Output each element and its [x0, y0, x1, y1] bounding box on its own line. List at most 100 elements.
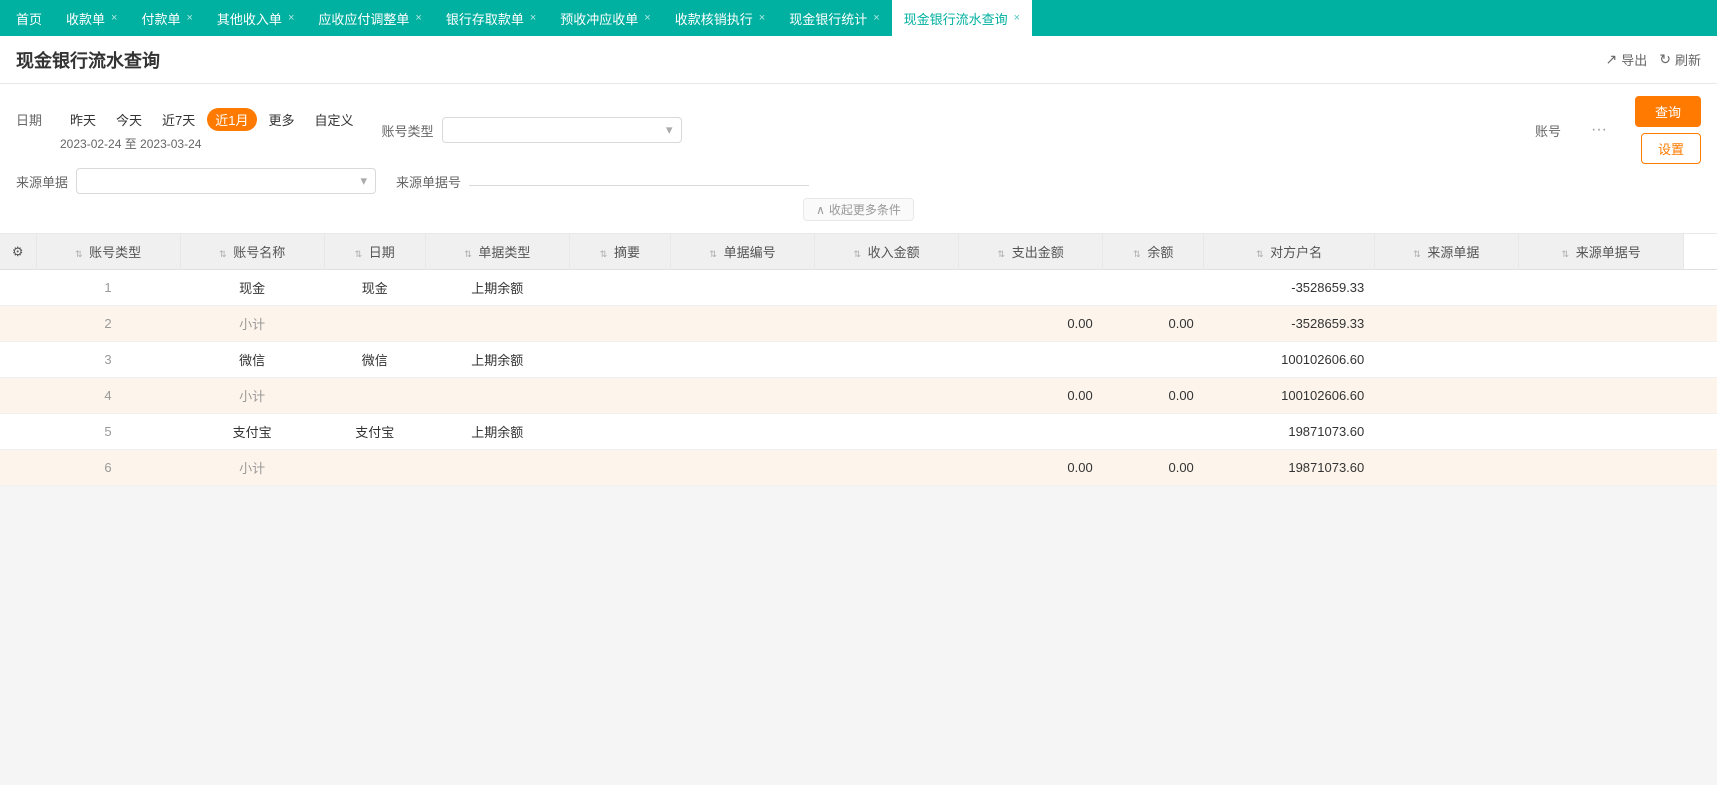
table-header-row: ⚙ ⇅ 账号类型 ⇅ 账号名称 ⇅ 日期 ⇅ 单据类型: [0, 234, 1717, 270]
source-doc-num-section: 来源单据号: [396, 172, 1701, 191]
table-body: 1现金现金上期余额-3528659.332小计0.000.00-3528659.…: [0, 270, 1717, 486]
sort-icon: ⇅: [1562, 249, 1570, 259]
date-btn-custom[interactable]: 自定义: [307, 108, 362, 131]
cell-expense: [1103, 270, 1204, 306]
cell-date: 上期余额: [425, 414, 569, 450]
col-gear[interactable]: ⚙: [0, 234, 36, 270]
nav-receipt[interactable]: 收款单 ×: [54, 0, 129, 36]
source-doc-select[interactable]: ▾: [76, 168, 376, 194]
source-doc-section: 来源单据 ▾: [16, 168, 376, 194]
close-icon[interactable]: ×: [288, 12, 294, 24]
cell-account-name: [324, 378, 425, 414]
cell-source-doc: [1518, 342, 1684, 378]
cell-date: 上期余额: [425, 270, 569, 306]
cell-counterpart: [1374, 414, 1518, 450]
date-label: 日期: [16, 110, 56, 129]
sort-icon: ⇅: [464, 249, 472, 259]
date-section: 日期 昨天 今天 近7天 近1月 更多 自定义 2023-02-24 至 202…: [16, 108, 362, 152]
cell-account-type: 小计: [180, 450, 324, 486]
cell-balance: -3528659.33: [1204, 270, 1374, 306]
refresh-button[interactable]: ↻ 刷新: [1659, 50, 1701, 69]
col-counterpart[interactable]: ⇅ 对方户名: [1204, 234, 1374, 270]
account-type-select[interactable]: ▾: [442, 117, 682, 143]
cell-expense: 0.00: [1103, 378, 1204, 414]
col-summary[interactable]: ⇅ 摘要: [569, 234, 670, 270]
table-row: 5支付宝支付宝上期余额19871073.60: [0, 414, 1717, 450]
col-account-name[interactable]: ⇅ 账号名称: [180, 234, 324, 270]
nav-bank-flow[interactable]: 现金银行流水查询 ×: [892, 0, 1032, 36]
close-icon[interactable]: ×: [873, 12, 879, 24]
col-income[interactable]: ⇅ 收入金额: [815, 234, 959, 270]
date-btn-yesterday[interactable]: 昨天: [62, 108, 104, 131]
date-btn-1month[interactable]: 近1月: [207, 108, 256, 131]
account-ellipsis-btn[interactable]: ···: [1583, 117, 1615, 143]
collapse-button[interactable]: ∧ 收起更多条件: [803, 198, 914, 221]
cell-income: [959, 342, 1103, 378]
table-row: 1现金现金上期余额-3528659.33: [0, 270, 1717, 306]
date-btn-today[interactable]: 今天: [108, 108, 150, 131]
nav-bank-stats[interactable]: 现金银行统计 ×: [777, 0, 891, 36]
col-balance[interactable]: ⇅ 余额: [1103, 234, 1204, 270]
cell-doc-type: [569, 306, 670, 342]
cell-source-doc: [1518, 270, 1684, 306]
cell-summary: [670, 378, 814, 414]
nav-adjustment[interactable]: 应收应付调整单 ×: [306, 0, 433, 36]
cell-counterpart: [1374, 342, 1518, 378]
table-row: 6小计0.000.0019871073.60: [0, 450, 1717, 486]
cell-date: [425, 450, 569, 486]
cell-income: 0.00: [959, 306, 1103, 342]
collapse-icon: ∧: [816, 203, 825, 217]
nav-payment[interactable]: 付款单 ×: [129, 0, 204, 36]
gear-icon: ⚙: [12, 244, 24, 259]
source-doc-num-input[interactable]: [469, 177, 809, 186]
sort-icon: ⇅: [998, 249, 1006, 259]
col-source-doc[interactable]: ⇅ 来源单据: [1374, 234, 1518, 270]
close-icon[interactable]: ×: [759, 12, 765, 24]
col-source-doc-no[interactable]: ⇅ 来源单据号: [1518, 234, 1684, 270]
cell-doc-type: [569, 414, 670, 450]
cell-account-type: 支付宝: [180, 414, 324, 450]
cell-account-type: 现金: [180, 270, 324, 306]
nav-collection[interactable]: 收款核销执行 ×: [663, 0, 777, 36]
date-btn-more[interactable]: 更多: [261, 108, 303, 131]
cell-balance: 19871073.60: [1204, 414, 1374, 450]
close-icon[interactable]: ×: [415, 12, 421, 24]
col-doc-type[interactable]: ⇅ 单据类型: [425, 234, 569, 270]
cell-doc-type: [569, 450, 670, 486]
nav-prepaid[interactable]: 预收冲应收单 ×: [548, 0, 662, 36]
cell-account-type: 小计: [180, 306, 324, 342]
sort-icon: ⇅: [219, 249, 227, 259]
date-btn-7days[interactable]: 近7天: [154, 108, 203, 131]
cell-gear: [0, 414, 36, 450]
nav-home[interactable]: 首页: [4, 0, 54, 36]
nav-bank-deposit[interactable]: 银行存取款单 ×: [434, 0, 548, 36]
col-date[interactable]: ⇅ 日期: [324, 234, 425, 270]
close-icon[interactable]: ×: [644, 12, 650, 24]
table-row: 2小计0.000.00-3528659.33: [0, 306, 1717, 342]
cell-counterpart: [1374, 306, 1518, 342]
settings-button[interactable]: 设置: [1641, 133, 1701, 164]
close-icon[interactable]: ×: [1014, 12, 1020, 24]
close-icon[interactable]: ×: [186, 12, 192, 24]
filter-area: 日期 昨天 今天 近7天 近1月 更多 自定义 2023-02-24 至 202…: [0, 84, 1717, 234]
export-icon: ↗: [1606, 51, 1618, 68]
col-expense[interactable]: ⇅ 支出金额: [959, 234, 1103, 270]
nav-other-income[interactable]: 其他收入单 ×: [205, 0, 306, 36]
cell-account-type: 小计: [180, 378, 324, 414]
col-account-type[interactable]: ⇅ 账号类型: [36, 234, 180, 270]
cell-summary: [670, 414, 814, 450]
date-options: 昨天 今天 近7天 近1月 更多 自定义: [62, 108, 362, 131]
cell-counterpart: [1374, 378, 1518, 414]
chevron-down-icon: ▾: [666, 122, 673, 138]
filter-row-1: 日期 昨天 今天 近7天 近1月 更多 自定义 2023-02-24 至 202…: [16, 96, 1701, 164]
close-icon[interactable]: ×: [530, 12, 536, 24]
cell-income: 0.00: [959, 450, 1103, 486]
export-button[interactable]: ↗ 导出: [1606, 50, 1648, 69]
cell-num: 6: [36, 450, 180, 486]
cell-expense: 0.00: [1103, 450, 1204, 486]
query-button[interactable]: 查询: [1635, 96, 1701, 127]
account-type-label: 账号类型: [382, 121, 434, 140]
close-icon[interactable]: ×: [111, 12, 117, 24]
collapse-bar: ∧ 收起更多条件: [16, 194, 1701, 221]
col-doc-no[interactable]: ⇅ 单据编号: [670, 234, 814, 270]
